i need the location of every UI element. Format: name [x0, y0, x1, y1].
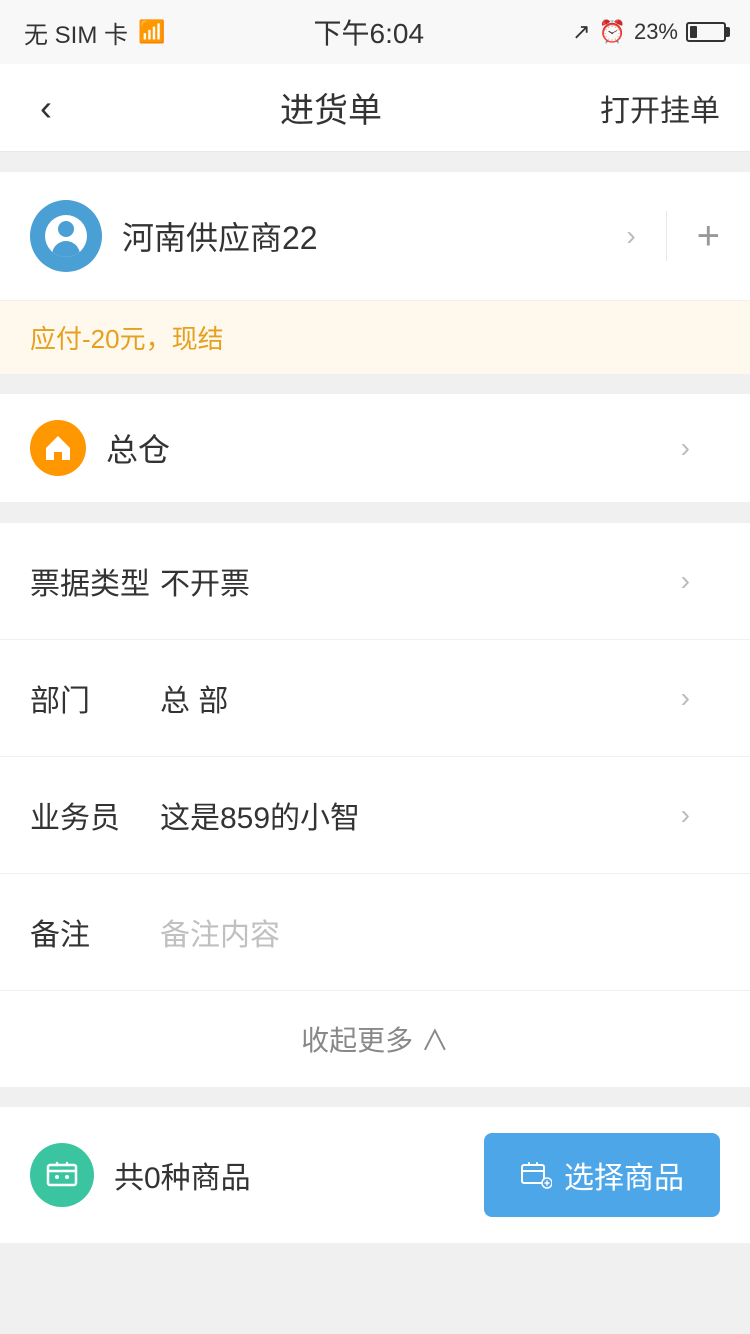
bottom-bar: 共0种商品 选择商品 [0, 1107, 750, 1243]
carrier-text: 无 SIM 卡 [24, 15, 128, 50]
form-card: 票据类型 不开票 › 部门 总 部 › 业务员 这是859的小智 › 备注 备注… [0, 522, 750, 1087]
supplier-card: 河南供应商22 › + 应付-20元，现结 [0, 172, 750, 374]
wifi-icon: 📶 [138, 19, 165, 45]
status-left: 无 SIM 卡 📶 [24, 15, 165, 50]
product-count: 共0种商品 [114, 1153, 484, 1197]
warehouse-row[interactable]: 总仓 › [0, 394, 750, 502]
status-time: 下午6:04 [314, 12, 425, 52]
remark-label: 备注 [30, 910, 160, 954]
staff-value: 这是859的小智 [160, 793, 681, 837]
open-pending-button[interactable]: 打开挂单 [600, 86, 720, 130]
status-bar: 无 SIM 卡 📶 下午6:04 ↗ ⏰ 23% [0, 0, 750, 64]
warehouse-card: 总仓 › [0, 394, 750, 502]
supplier-name: 河南供应商22 [122, 213, 626, 259]
staff-row[interactable]: 业务员 这是859的小智 › [0, 756, 750, 873]
divider-2 [0, 502, 750, 522]
house-svg [42, 432, 74, 464]
page-title: 进货单 [280, 83, 382, 132]
divider-3 [0, 1087, 750, 1107]
select-btn-label: 选择商品 [564, 1153, 684, 1197]
warehouse-name: 总仓 [106, 425, 681, 471]
alarm-icon: ⏰ [599, 19, 626, 45]
top-divider [0, 152, 750, 172]
notice-text: 应付-20元，现结 [30, 324, 224, 354]
remark-input[interactable]: 备注内容 [160, 910, 720, 954]
invoice-label: 票据类型 [30, 559, 160, 603]
select-product-button[interactable]: 选择商品 [484, 1133, 720, 1217]
warehouse-chevron-icon: › [681, 432, 690, 464]
vertical-divider [666, 211, 667, 261]
remark-row[interactable]: 备注 备注内容 [0, 873, 750, 990]
staff-chevron-icon: › [681, 799, 690, 831]
battery-indicator [686, 22, 726, 42]
dept-row[interactable]: 部门 总 部 › [0, 639, 750, 756]
invoice-value: 不开票 [160, 559, 681, 603]
collapse-button[interactable]: 收起更多 ∧ [0, 990, 750, 1087]
add-supplier-button[interactable]: + [697, 214, 720, 259]
warehouse-icon [30, 420, 86, 476]
back-button[interactable]: ‹ [30, 77, 62, 139]
invoice-row[interactable]: 票据类型 不开票 › [0, 522, 750, 639]
notice-bar: 应付-20元，现结 [0, 301, 750, 374]
collapse-label: 收起更多 ∧ [301, 1025, 449, 1056]
battery-text: 23% [634, 19, 678, 45]
dept-value: 总 部 [160, 676, 681, 720]
dept-chevron-icon: › [681, 682, 690, 714]
nav-bar: ‹ 进货单 打开挂单 [0, 64, 750, 152]
select-product-icon [520, 1161, 552, 1189]
cart-icon [44, 1157, 80, 1193]
avatar-icon [45, 215, 87, 257]
status-right: ↗ ⏰ 23% [572, 19, 726, 45]
staff-label: 业务员 [30, 793, 160, 837]
supplier-chevron-icon: › [626, 220, 635, 252]
cart-icon-wrap [30, 1143, 94, 1207]
invoice-chevron-icon: › [681, 565, 690, 597]
dept-label: 部门 [30, 676, 160, 720]
supplier-avatar [30, 200, 102, 272]
battery-fill [690, 26, 697, 38]
divider-1 [0, 374, 750, 394]
supplier-row[interactable]: 河南供应商22 › + [0, 172, 750, 301]
location-icon: ↗ [572, 19, 590, 45]
